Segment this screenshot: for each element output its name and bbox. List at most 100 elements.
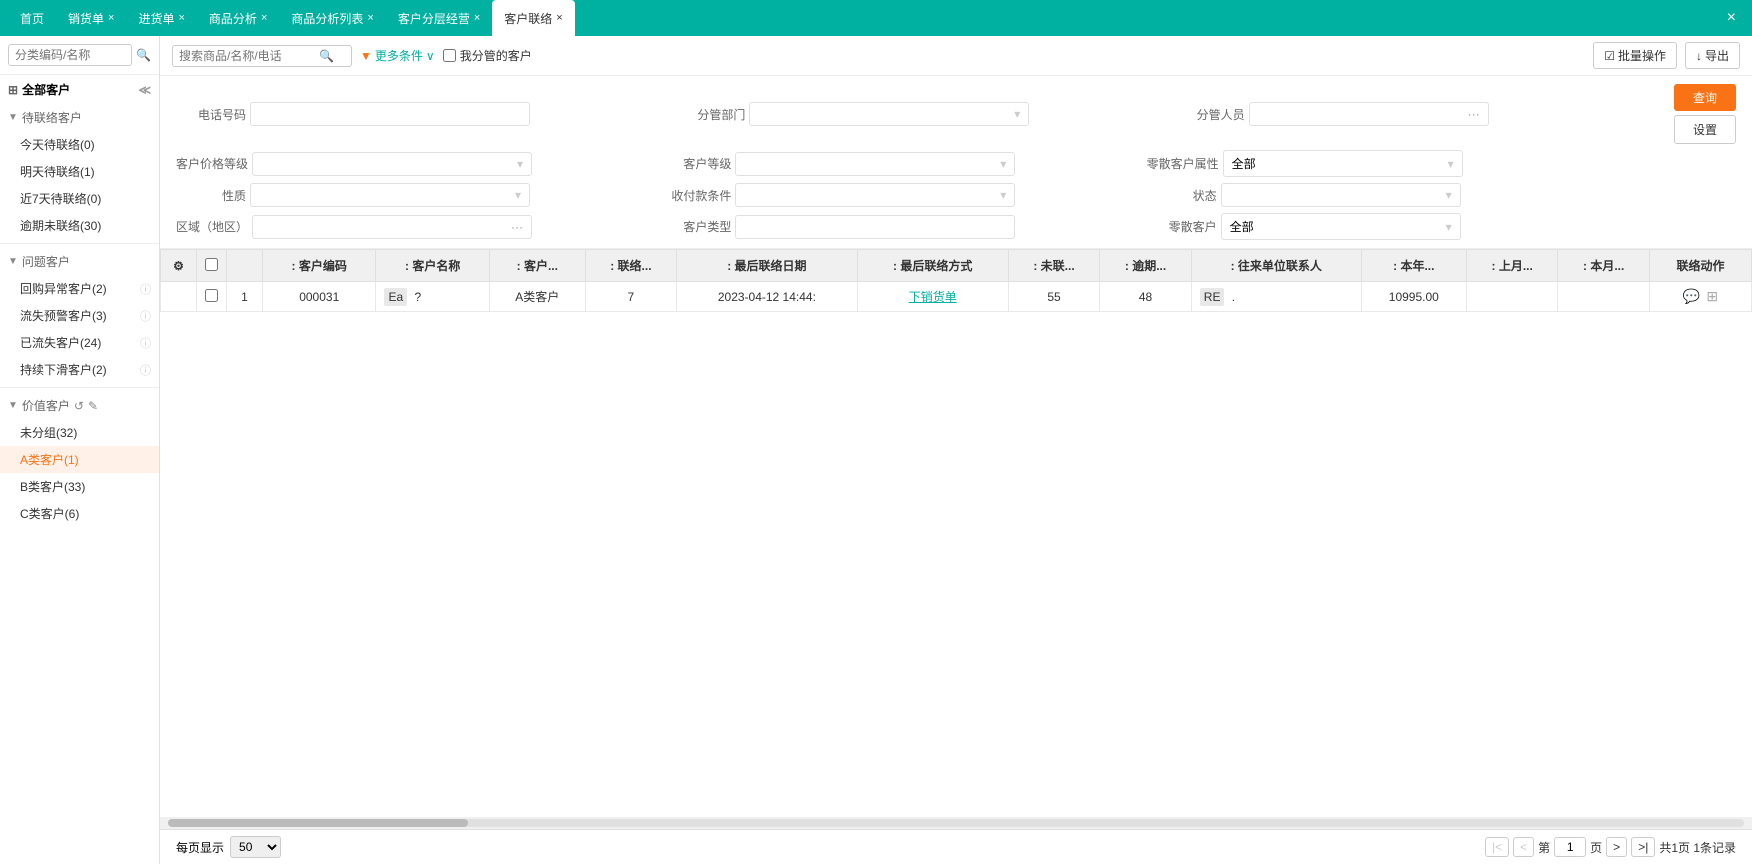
- chat-action-icon[interactable]: 💬: [1683, 288, 1700, 305]
- sidebar-all-customers[interactable]: ⊞ 全部客户 ≪: [0, 75, 159, 104]
- prev-page-button[interactable]: <: [1513, 837, 1534, 857]
- last-contact-method-column-header[interactable]: : 最后联络方式: [857, 250, 1008, 282]
- next-page-button[interactable]: >: [1606, 837, 1627, 857]
- sidebar-group-pending[interactable]: ▼ 待联络客户: [0, 104, 159, 131]
- price-level-label: 客户价格等级: [176, 155, 248, 172]
- payment-select[interactable]: ▾: [735, 183, 1015, 207]
- no-contact-column-header[interactable]: : 未联...: [1008, 250, 1100, 282]
- settings-button[interactable]: 设置: [1674, 115, 1736, 144]
- edit-icon[interactable]: ✎: [88, 399, 98, 413]
- settings-column-header[interactable]: ⚙: [161, 250, 197, 282]
- sidebar-item-repeat-abnormal[interactable]: 回购异常客户(2) ⓘ: [0, 275, 159, 302]
- manager-dots-icon[interactable]: ···: [1468, 107, 1480, 121]
- filter-status-field: 状态 ▾: [1147, 183, 1616, 207]
- nature-select[interactable]: ▾: [250, 183, 530, 207]
- last-contact-method-link[interactable]: 下销货单: [909, 290, 957, 304]
- last-page-button[interactable]: >|: [1631, 837, 1655, 857]
- filter-customer-type-field: 客户类型: [661, 215, 1130, 239]
- sidebar-item-tomorrow[interactable]: 明天待联络(1): [0, 158, 159, 185]
- nav-close-purchase[interactable]: ×: [178, 12, 184, 24]
- info-icon-1[interactable]: ⓘ: [140, 281, 151, 297]
- sidebar-group-problem[interactable]: ▼ 问题客户: [0, 248, 159, 275]
- my-customers-checkbox[interactable]: [443, 49, 456, 62]
- nav-close-sales[interactable]: ×: [108, 12, 114, 24]
- last-month-column-header[interactable]: : 上月...: [1466, 250, 1558, 282]
- nav-analysis[interactable]: 商品分析 ×: [197, 0, 279, 36]
- arrow-down-icon-3: ▼: [8, 400, 18, 411]
- refresh-icon[interactable]: ↺: [74, 399, 84, 413]
- price-level-dropdown-icon: ▾: [517, 157, 523, 171]
- horizontal-scrollbar[interactable]: [160, 817, 1752, 829]
- manager-label: 分管人员: [1175, 106, 1245, 123]
- nav-customer-contact[interactable]: 客户联络 ×: [492, 0, 574, 36]
- this-month-column-header[interactable]: : 本月...: [1558, 250, 1650, 282]
- area-input[interactable]: ···: [252, 215, 532, 239]
- sidebar-item-class-b[interactable]: B类客户(33): [0, 473, 159, 500]
- filter-retail-customer-field: 零散客户 全部 ▾: [1147, 213, 1616, 240]
- retail-attr-select[interactable]: 全部 ▾: [1223, 150, 1463, 177]
- table-footer: 每页显示 50 10 20 100 |< < 第 页 > >| 共1页 1条记录: [160, 829, 1752, 864]
- customer-type-input[interactable]: [735, 215, 1015, 239]
- nav-analysis-list[interactable]: 商品分析列表 ×: [279, 0, 385, 36]
- nav-close-analysis-list[interactable]: ×: [367, 12, 373, 24]
- nav-customer-seg[interactable]: 客户分层经营 ×: [386, 0, 492, 36]
- sidebar-item-continuous-decline[interactable]: 持续下滑客户(2) ⓘ: [0, 356, 159, 383]
- nav-close-analysis[interactable]: ×: [261, 12, 267, 24]
- nav-purchase[interactable]: 进货单 ×: [126, 0, 196, 36]
- export-icon: ↓: [1696, 49, 1702, 63]
- sidebar-item-lost-preview[interactable]: 流失预警客户(3) ⓘ: [0, 302, 159, 329]
- name-column-header[interactable]: : 客户名称: [376, 250, 489, 282]
- select-all-checkbox[interactable]: [205, 258, 218, 271]
- sidebar-item-class-c[interactable]: C类客户(6): [0, 500, 159, 527]
- unit-contact-column-header[interactable]: : 往来单位联系人: [1191, 250, 1361, 282]
- dept-select[interactable]: ▾: [749, 102, 1029, 126]
- qr-action-icon[interactable]: ⊞: [1706, 288, 1718, 305]
- row-checkbox-cell: [197, 282, 227, 312]
- row-checkbox[interactable]: [205, 289, 218, 302]
- phone-input[interactable]: [250, 102, 530, 126]
- sidebar-search-icon[interactable]: 🔍: [136, 48, 151, 62]
- info-icon-3[interactable]: ⓘ: [140, 335, 151, 351]
- sidebar-collapse-icon[interactable]: ≪: [138, 83, 151, 97]
- this-year-column-header[interactable]: : 本年...: [1361, 250, 1466, 282]
- close-all-button[interactable]: ×: [1719, 9, 1744, 27]
- last-contact-date-column-header[interactable]: : 最后联络日期: [677, 250, 858, 282]
- first-page-button[interactable]: |<: [1485, 837, 1509, 857]
- scroll-thumb[interactable]: [168, 819, 468, 827]
- customer-level-select[interactable]: ▾: [735, 152, 1015, 176]
- price-level-select[interactable]: ▾: [252, 152, 532, 176]
- nav-home[interactable]: 首页: [8, 0, 56, 36]
- sidebar-group-value[interactable]: ▼ 价值客户 ↺ ✎: [0, 392, 159, 419]
- filter-icon: ▼: [360, 49, 372, 63]
- sidebar-item-lost[interactable]: 已流失客户(24) ⓘ: [0, 329, 159, 356]
- my-customers-filter[interactable]: 我分管的客户: [443, 47, 532, 64]
- export-button[interactable]: ↓ 导出: [1685, 42, 1740, 69]
- manager-input[interactable]: ···: [1249, 102, 1489, 126]
- gear-icon[interactable]: ⚙: [173, 259, 184, 273]
- filter-more-button[interactable]: ▼ 更多条件 ∨: [360, 47, 435, 64]
- batch-operation-button[interactable]: ☑ 批量操作: [1593, 42, 1677, 69]
- sidebar-item-class-a[interactable]: A类客户(1): [0, 446, 159, 473]
- page-number-input[interactable]: [1554, 837, 1586, 857]
- sidebar-item-today[interactable]: 今天待联络(0): [0, 131, 159, 158]
- filter-search-input[interactable]: [179, 49, 319, 63]
- per-page-select[interactable]: 50 10 20 100: [230, 836, 281, 858]
- nav-close-customer-seg[interactable]: ×: [474, 12, 480, 24]
- code-column-header[interactable]: : 客户编码: [263, 250, 376, 282]
- filter-search-icon[interactable]: 🔍: [319, 49, 334, 63]
- info-icon-4[interactable]: ⓘ: [140, 362, 151, 378]
- sidebar-item-overdue[interactable]: 逾期未联络(30): [0, 212, 159, 239]
- nav-close-customer-contact[interactable]: ×: [556, 12, 562, 24]
- customer-type-column-header[interactable]: : 客户...: [489, 250, 585, 282]
- nav-sales[interactable]: 销货单 ×: [56, 0, 126, 36]
- area-dots-icon[interactable]: ···: [511, 220, 523, 234]
- overdue-column-header[interactable]: : 逾期...: [1100, 250, 1192, 282]
- info-icon-2[interactable]: ⓘ: [140, 308, 151, 324]
- sidebar-item-7days[interactable]: 近7天待联络(0): [0, 185, 159, 212]
- query-button[interactable]: 查询: [1674, 84, 1736, 111]
- sidebar-search-input[interactable]: [8, 44, 132, 66]
- sidebar-item-unclassified[interactable]: 未分组(32): [0, 419, 159, 446]
- retail-customer-select[interactable]: 全部 ▾: [1221, 213, 1461, 240]
- contact-column-header[interactable]: : 联络...: [585, 250, 677, 282]
- status-select[interactable]: ▾: [1221, 183, 1461, 207]
